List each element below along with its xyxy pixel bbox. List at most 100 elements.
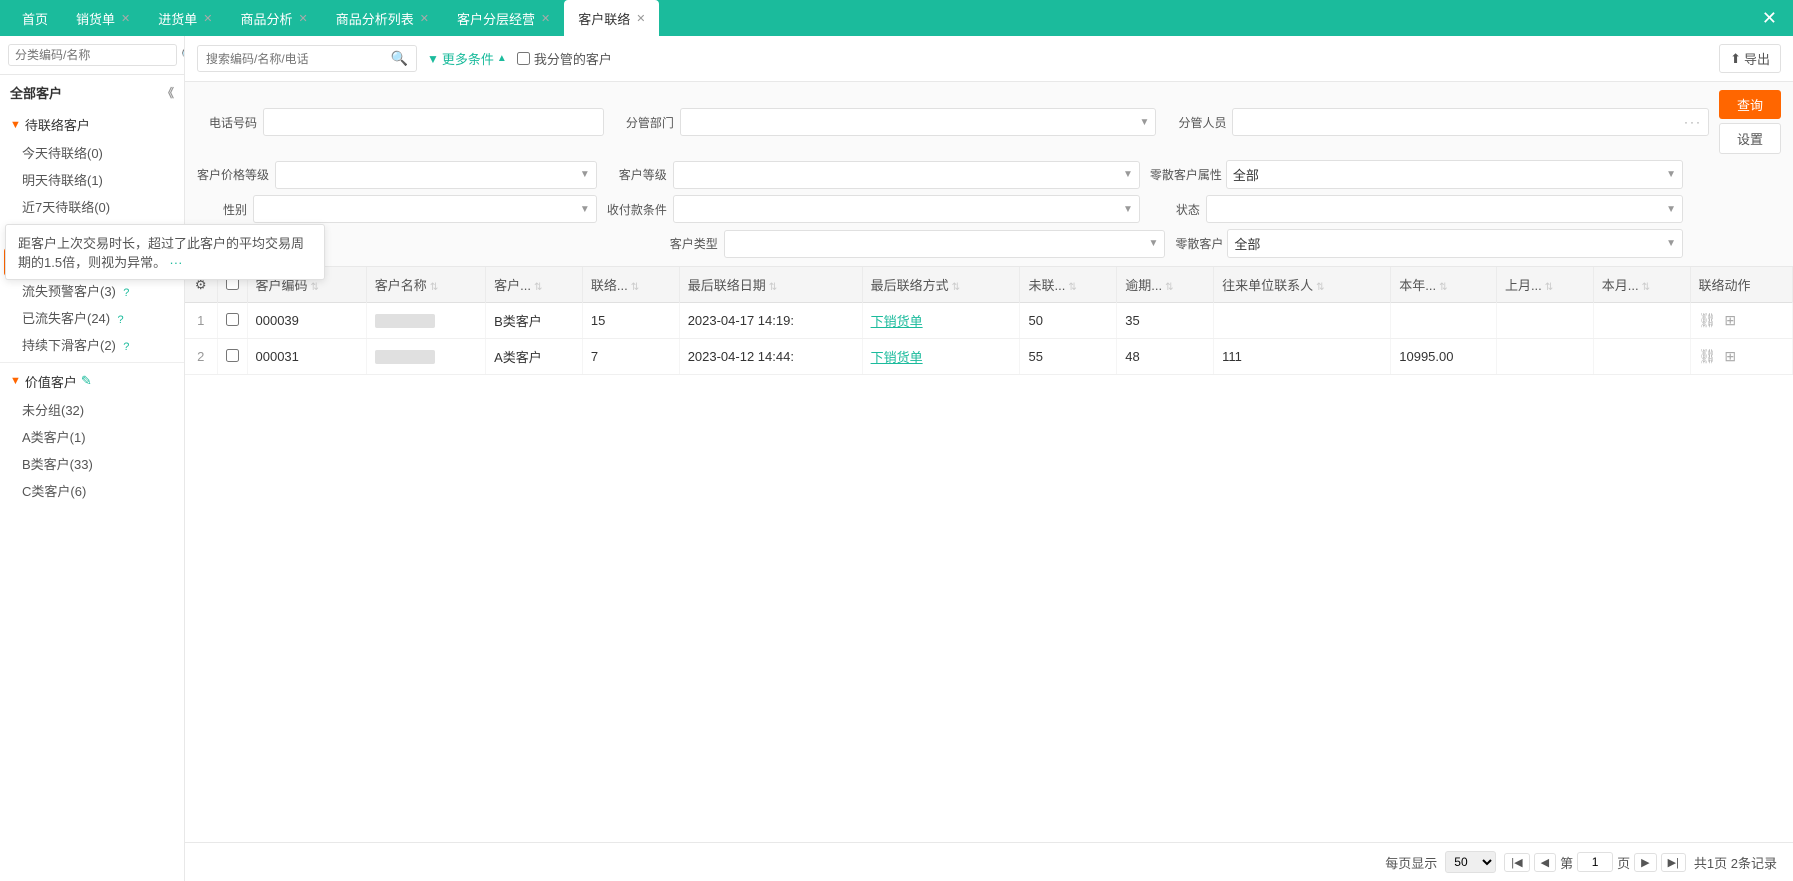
filter-customer-level-input[interactable]: ▼ [673, 161, 1140, 189]
sort-name-icon[interactable]: ⇅ [430, 282, 438, 293]
already-lost-help-icon[interactable]: ? [117, 314, 123, 326]
row-checkbox-1[interactable] [217, 303, 247, 339]
main-search-icon[interactable]: 🔍 [391, 50, 408, 67]
action-link-icon-2[interactable]: ⛓ [1699, 348, 1717, 365]
row-last-method-2[interactable]: 下销货单 [862, 339, 1020, 375]
prev-page-btn[interactable]: ◀ [1534, 853, 1556, 872]
row-type-1: B类客户 [486, 303, 583, 339]
table-row: 2 000031 A类客户 7 2023-04-12 14:44: 下销货单 5… [185, 339, 1793, 375]
sort-code-icon[interactable]: ⇅ [311, 282, 319, 293]
sort-type-icon[interactable]: ⇅ [534, 282, 542, 293]
close-customer-contact-icon[interactable]: ✕ [636, 12, 645, 25]
sort-uncontact-icon[interactable]: ⇅ [1068, 282, 1076, 293]
close-product-analysis-icon[interactable]: ✕ [299, 12, 308, 25]
th-last-method: 最后联络方式⇅ [862, 267, 1020, 303]
action-grid-icon-1[interactable]: ⊞ [1724, 312, 1736, 329]
sidebar-lost-warning[interactable]: 流失预警客户(3) ? [0, 277, 184, 304]
main-search-input[interactable] [206, 52, 391, 66]
sidebar-tomorrow-pending[interactable]: 明天待联络(1) [0, 166, 184, 193]
sort-tmonth-icon[interactable]: ⇅ [1642, 282, 1650, 293]
tooltip-more-link[interactable]: ··· [169, 255, 182, 270]
row-last-method-1[interactable]: 下销货单 [862, 303, 1020, 339]
nav-product-list[interactable]: 商品分析列表 ✕ [322, 0, 443, 36]
sidebar-today-pending[interactable]: 今天待联络(0) [0, 139, 184, 166]
row-uncontact-2: 55 [1020, 339, 1117, 375]
filter-status-field: 状态 ▼ [1150, 195, 1683, 223]
row-type-2: A类客户 [486, 339, 583, 375]
sort-contact-icon[interactable]: ⇅ [631, 282, 639, 293]
th-last-date: 最后联络日期⇅ [679, 267, 862, 303]
sidebar-week-pending[interactable]: 近7天待联络(0) [0, 193, 184, 220]
sidebar-value-customers-group[interactable]: ▼ 价值客户 ✎ [0, 367, 184, 396]
filter-customer-type-label: 客户类型 [658, 235, 718, 252]
filter-retail-customer-input[interactable]: 全部 ▼ [1227, 229, 1683, 258]
row-lmonth-1 [1496, 303, 1593, 339]
sort-method-icon[interactable]: ⇅ [952, 282, 960, 293]
more-conditions-btn[interactable]: ▼ 更多条件 ▲ [427, 49, 507, 68]
th-this-month: 本月...⇅ [1593, 267, 1690, 303]
filter-payment-input[interactable]: ▼ [673, 195, 1140, 223]
close-window-icon[interactable]: ✕ [1754, 8, 1785, 29]
per-page-select[interactable]: 50 20 100 200 [1445, 851, 1496, 873]
row-checkbox-2[interactable] [217, 339, 247, 375]
action-grid-icon-2[interactable]: ⊞ [1724, 348, 1736, 365]
filter-branch-person-label: 分管人员 [1166, 114, 1226, 131]
lost-warning-help-icon[interactable]: ? [123, 287, 129, 299]
action-link-icon-1[interactable]: ⛓ [1699, 312, 1717, 329]
filter-branch-person-input[interactable]: ··· [1232, 108, 1709, 136]
nav-sales[interactable]: 销货单 ✕ [62, 0, 144, 36]
sidebar-collapse-icon[interactable]: 《 [162, 84, 174, 101]
export-icon: ⬆ [1730, 51, 1741, 67]
sidebar-already-lost[interactable]: 已流失客户(24) ? [0, 304, 184, 331]
filter-status-input[interactable]: ▼ [1206, 195, 1683, 223]
nav-purchase[interactable]: 进货单 ✕ [144, 0, 226, 36]
filter-search-box[interactable]: 🔍 [197, 45, 417, 72]
export-button[interactable]: ⬆ 导出 [1719, 44, 1781, 73]
sort-date-icon[interactable]: ⇅ [769, 282, 777, 293]
filter-payment-label: 收付款条件 [607, 201, 667, 218]
sort-lmonth-icon[interactable]: ⇅ [1545, 282, 1553, 293]
page-number-input[interactable] [1577, 852, 1613, 872]
settings-button[interactable]: 设置 [1719, 123, 1781, 154]
sidebar-pending-contact-group[interactable]: ▼ 待联络客户 [0, 110, 184, 139]
my-customers-checkbox[interactable] [517, 52, 530, 65]
advanced-filter: 电话号码 分管部门 ▼ 分管人员 ··· [185, 82, 1793, 267]
per-page-label: 每页显示 [1385, 853, 1437, 872]
sort-overdue-icon[interactable]: ⇅ [1165, 282, 1173, 293]
nav-product-analysis[interactable]: 商品分析 ✕ [226, 0, 321, 36]
table-row: 1 000039 B类客户 15 2023-04-17 14:19: 下销货单 … [185, 303, 1793, 339]
filter-customer-type-input[interactable]: ▼ [724, 230, 1166, 258]
sort-contacts-icon[interactable]: ⇅ [1316, 282, 1324, 293]
sidebar-value-edit-icon[interactable]: ✎ [81, 373, 92, 389]
row-num-2: 2 [185, 339, 217, 375]
sidebar-declining[interactable]: 持续下滑客户(2) ? [0, 331, 184, 358]
filter-phone-input[interactable] [263, 108, 604, 136]
filter-customer-level-label: 客户等级 [607, 166, 667, 183]
declining-help-icon[interactable]: ? [123, 341, 129, 353]
sidebar-b-class[interactable]: B类客户(33) [0, 450, 184, 477]
sort-year-icon[interactable]: ⇅ [1439, 282, 1447, 293]
filter-price-level-input[interactable]: ▼ [275, 161, 597, 189]
close-customer-tier-icon[interactable]: ✕ [541, 12, 550, 25]
nav-customer-contact[interactable]: 客户联络 ✕ [564, 0, 659, 36]
close-purchase-icon[interactable]: ✕ [203, 12, 212, 25]
close-sales-icon[interactable]: ✕ [121, 12, 130, 25]
close-product-list-icon[interactable]: ✕ [420, 12, 429, 25]
next-page-btn[interactable]: ▶ [1634, 853, 1656, 872]
sidebar-all-customers[interactable]: 全部客户 《 [0, 75, 184, 110]
sidebar-a-class[interactable]: A类客户(1) [0, 423, 184, 450]
tooltip-box: 距客户上次交易时长，超过了此客户的平均交易周期的1.5倍，则视为异常。 ··· [5, 224, 184, 280]
category-search-input[interactable] [8, 44, 177, 66]
sidebar-c-class[interactable]: C类客户(6) [0, 477, 184, 504]
sidebar-ungrouped[interactable]: 未分组(32) [0, 396, 184, 423]
filter-retail-attr-label: 零散客户属性 [1150, 166, 1222, 183]
first-page-btn[interactable]: |◀ [1504, 853, 1529, 872]
nav-customer-tier[interactable]: 客户分层经营 ✕ [443, 0, 564, 36]
filter-gender-input[interactable]: ▼ [253, 195, 597, 223]
filter-branch-dept-input[interactable]: ▼ [680, 108, 1157, 136]
query-button[interactable]: 查询 [1719, 90, 1781, 119]
last-page-btn[interactable]: ▶| [1661, 853, 1686, 872]
filter-retail-attr-input[interactable]: 全部 ▼ [1226, 160, 1683, 189]
nav-home[interactable]: 首页 [8, 0, 62, 36]
row-tmonth-2 [1593, 339, 1690, 375]
